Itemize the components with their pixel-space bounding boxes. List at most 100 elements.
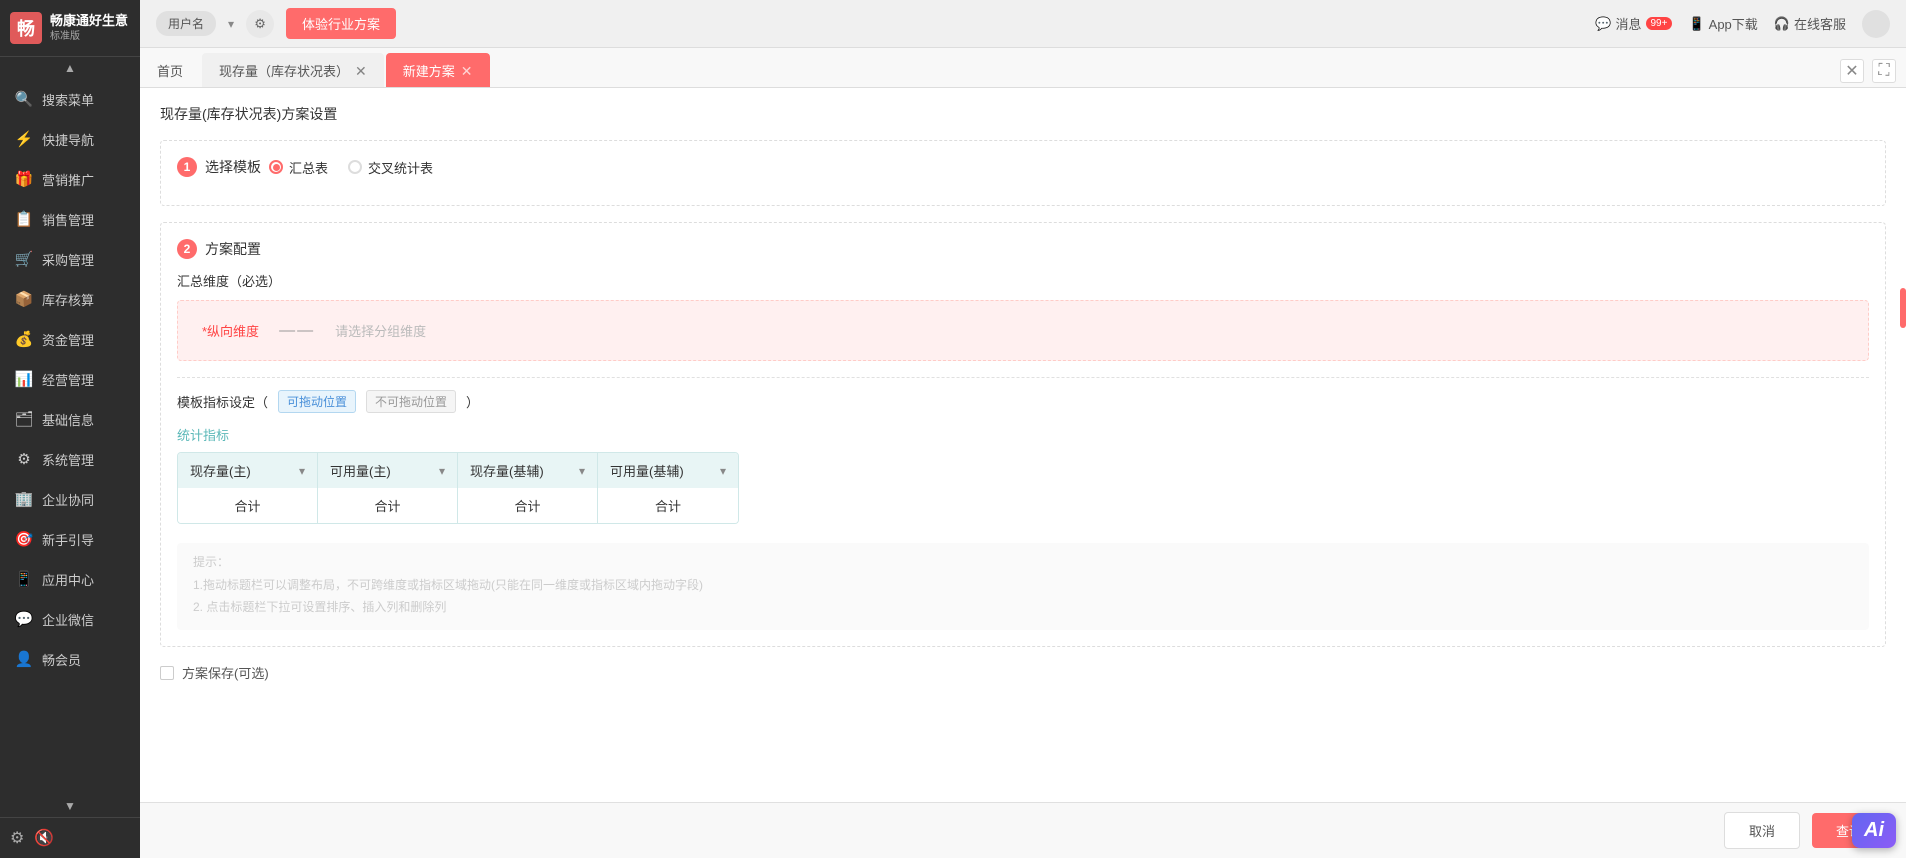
content-area: 现存量(库存状况表)方案设置 1 选择模板 汇总表 交叉统计表 — [140, 88, 1906, 802]
sidebar-logo: 畅 畅康通好生意 标准版 — [0, 0, 140, 57]
message-icon: 💬 — [1595, 16, 1611, 32]
stats-header-row: 现存量(主) ▾ 可用量(主) ▾ 现存量(基辅) ▾ 可用量(基辅) ▾ — [178, 453, 738, 488]
stats-header-label-0: 现存量(主) — [190, 461, 251, 480]
stats-title: 统计指标 — [177, 425, 1869, 444]
tips-title: 提示： — [193, 553, 1853, 570]
tips-area: 提示： 1.拖动标题栏可以调整布局，不可跨维度或指标区域拖动(只能在同一维度或指… — [177, 543, 1869, 630]
mute-icon[interactable]: 🔇 — [34, 828, 54, 848]
stats-cell-3: 合计 — [598, 488, 738, 523]
tab-new-plan-label: 新建方案 — [403, 61, 455, 80]
sidebar-item-inventory[interactable]: 📦 库存核算 — [0, 279, 140, 319]
enterprise-wechat-icon: 💬 — [14, 609, 34, 629]
basic-info-icon: 🗂 — [14, 409, 34, 429]
nav-item-label: 畅会员 — [42, 650, 81, 669]
tab-inventory-close-icon[interactable]: ✕ — [355, 64, 367, 78]
system-icon: ⚙ — [14, 449, 34, 469]
finance-icon: 💰 — [14, 329, 34, 349]
dimension-arrow: —— — [279, 322, 315, 340]
stats-header-cell-1[interactable]: 可用量(主) ▾ — [318, 453, 458, 488]
message-button[interactable]: 💬 消息 99+ — [1595, 14, 1672, 33]
radio-cross[interactable]: 交叉统计表 — [348, 158, 433, 177]
section1-title: 选择模板 — [205, 157, 261, 177]
tab-close-button[interactable]: ✕ — [1840, 59, 1864, 83]
nav-item-label: 基础信息 — [42, 410, 94, 429]
chevron-down-icon-0: ▾ — [299, 464, 305, 478]
scroll-indicator[interactable] — [1900, 288, 1906, 328]
radio-summary-circle — [269, 160, 283, 174]
save-option-row: 方案保存(可选) — [160, 663, 1886, 682]
stats-header-cell-3[interactable]: 可用量(基辅) ▾ — [598, 453, 738, 488]
tab-new-plan-close-icon[interactable]: ✕ — [461, 64, 473, 78]
tab-new-plan[interactable]: 新建方案 ✕ — [386, 53, 490, 87]
sidebar-item-operations[interactable]: 📊 经营管理 — [0, 359, 140, 399]
nav-item-label: 经营管理 — [42, 370, 94, 389]
ai-badge[interactable]: Ai — [1852, 813, 1896, 848]
radio-summary[interactable]: 汇总表 — [269, 158, 328, 177]
topbar-right: 💬 消息 99+ 📱 App下载 🎧 在线客服 — [1595, 10, 1890, 38]
topbar: 用户名 ▾ ⚙ 体验行业方案 💬 消息 99+ 📱 App下载 🎧 在线客服 — [140, 0, 1906, 48]
search-icon: 🔍 — [14, 89, 34, 109]
sidebar-item-system[interactable]: ⚙ 系统管理 — [0, 439, 140, 479]
nav-item-label: 新手引导 — [42, 530, 94, 549]
online-service-button[interactable]: 🎧 在线客服 — [1774, 14, 1846, 33]
sidebar-item-enterprise-wechat[interactable]: 💬 企业微信 — [0, 599, 140, 639]
app-name: 畅康通好生意 — [50, 13, 128, 30]
sidebar-item-app-center[interactable]: 📱 应用中心 — [0, 559, 140, 599]
tab-home[interactable]: 首页 — [140, 53, 200, 87]
settings-gear-button[interactable]: ⚙ — [246, 10, 274, 38]
sidebar-item-marketing[interactable]: 🎁 营销推广 — [0, 159, 140, 199]
sidebar-item-finance[interactable]: 💰 资金管理 — [0, 319, 140, 359]
nav-list: 🔍 搜索菜单 ⚡ 快捷导航 🎁 营销推广 📋 销售管理 🛒 采购管理 📦 库存核… — [0, 79, 140, 795]
user-dropdown-icon[interactable]: ▾ — [228, 17, 234, 31]
nav-item-label: 应用中心 — [42, 570, 94, 589]
cancel-button[interactable]: 取消 — [1724, 812, 1800, 849]
sidebar-item-quick-nav[interactable]: ⚡ 快捷导航 — [0, 119, 140, 159]
dimension-selection-area[interactable]: *纵向维度 —— 请选择分组维度 — [177, 300, 1869, 361]
sidebar: 畅 畅康通好生意 标准版 ▲ 🔍 搜索菜单 ⚡ 快捷导航 🎁 营销推广 📋 销售… — [0, 0, 140, 858]
tab-expand-button[interactable]: ⛶ — [1872, 59, 1896, 83]
stats-header-label-1: 可用量(主) — [330, 461, 391, 480]
headset-icon: 🎧 — [1774, 16, 1790, 32]
stats-table: 现存量(主) ▾ 可用量(主) ▾ 现存量(基辅) ▾ 可用量(基辅) ▾ — [177, 452, 739, 524]
radio-cross-label: 交叉统计表 — [368, 158, 433, 177]
indicator-settings-row: 模板指标设定（ 可拖动位置 不可拖动位置 ） — [177, 390, 1869, 413]
logo-text: 畅康通好生意 标准版 — [50, 13, 128, 43]
user-name: 用户名 — [168, 17, 204, 31]
stats-header-label-3: 可用量(基辅) — [610, 461, 684, 480]
operations-icon: 📊 — [14, 369, 34, 389]
app-download-label: App下载 — [1709, 14, 1758, 33]
template-radio-group: 汇总表 交叉统计表 — [269, 158, 433, 177]
sidebar-item-purchase[interactable]: 🛒 采购管理 — [0, 239, 140, 279]
nav-item-label: 资金管理 — [42, 330, 94, 349]
scroll-up-arrow[interactable]: ▲ — [0, 57, 140, 79]
settings-icon[interactable]: ⚙ — [10, 828, 24, 848]
radio-summary-label: 汇总表 — [289, 158, 328, 177]
indicator-settings-label: 模板指标设定（ — [177, 392, 268, 411]
sidebar-item-basic-info[interactable]: 🗂 基础信息 — [0, 399, 140, 439]
phone-icon: 📱 — [1688, 16, 1704, 32]
stats-cell-2: 合计 — [458, 488, 598, 523]
tab-inventory[interactable]: 现存量（库存状况表） ✕ — [202, 53, 384, 87]
sidebar-item-member[interactable]: 👤 畅会员 — [0, 639, 140, 679]
user-display[interactable]: 用户名 — [156, 11, 216, 36]
save-option-label: 方案保存(可选) — [182, 663, 269, 682]
stats-header-cell-2[interactable]: 现存量(基辅) ▾ — [458, 453, 598, 488]
save-checkbox[interactable] — [160, 666, 174, 680]
tabbar: 首页 现存量（库存状况表） ✕ 新建方案 ✕ ✕ ⛶ — [140, 48, 1906, 88]
user-avatar[interactable] — [1862, 10, 1890, 38]
vertical-dim-label: *纵向维度 — [202, 321, 259, 340]
trial-industry-button[interactable]: 体验行业方案 — [286, 8, 396, 39]
nav-item-label: 系统管理 — [42, 450, 94, 469]
sidebar-item-new-guide[interactable]: 🎯 新手引导 — [0, 519, 140, 559]
stats-header-cell-0[interactable]: 现存量(主) ▾ — [178, 453, 318, 488]
stats-header-label-2: 现存量(基辅) — [470, 461, 544, 480]
sidebar-item-enterprise[interactable]: 🏢 企业协同 — [0, 479, 140, 519]
scroll-down-arrow[interactable]: ▼ — [0, 795, 140, 817]
section1-num: 1 — [177, 157, 197, 177]
sales-icon: 📋 — [14, 209, 34, 229]
sidebar-item-search[interactable]: 🔍 搜索菜单 — [0, 79, 140, 119]
sidebar-item-sales[interactable]: 📋 销售管理 — [0, 199, 140, 239]
app-download-button[interactable]: 📱 App下载 — [1688, 14, 1757, 33]
gear-icon: ⚙ — [254, 16, 266, 32]
not-draggable-tag: 不可拖动位置 — [366, 390, 456, 413]
